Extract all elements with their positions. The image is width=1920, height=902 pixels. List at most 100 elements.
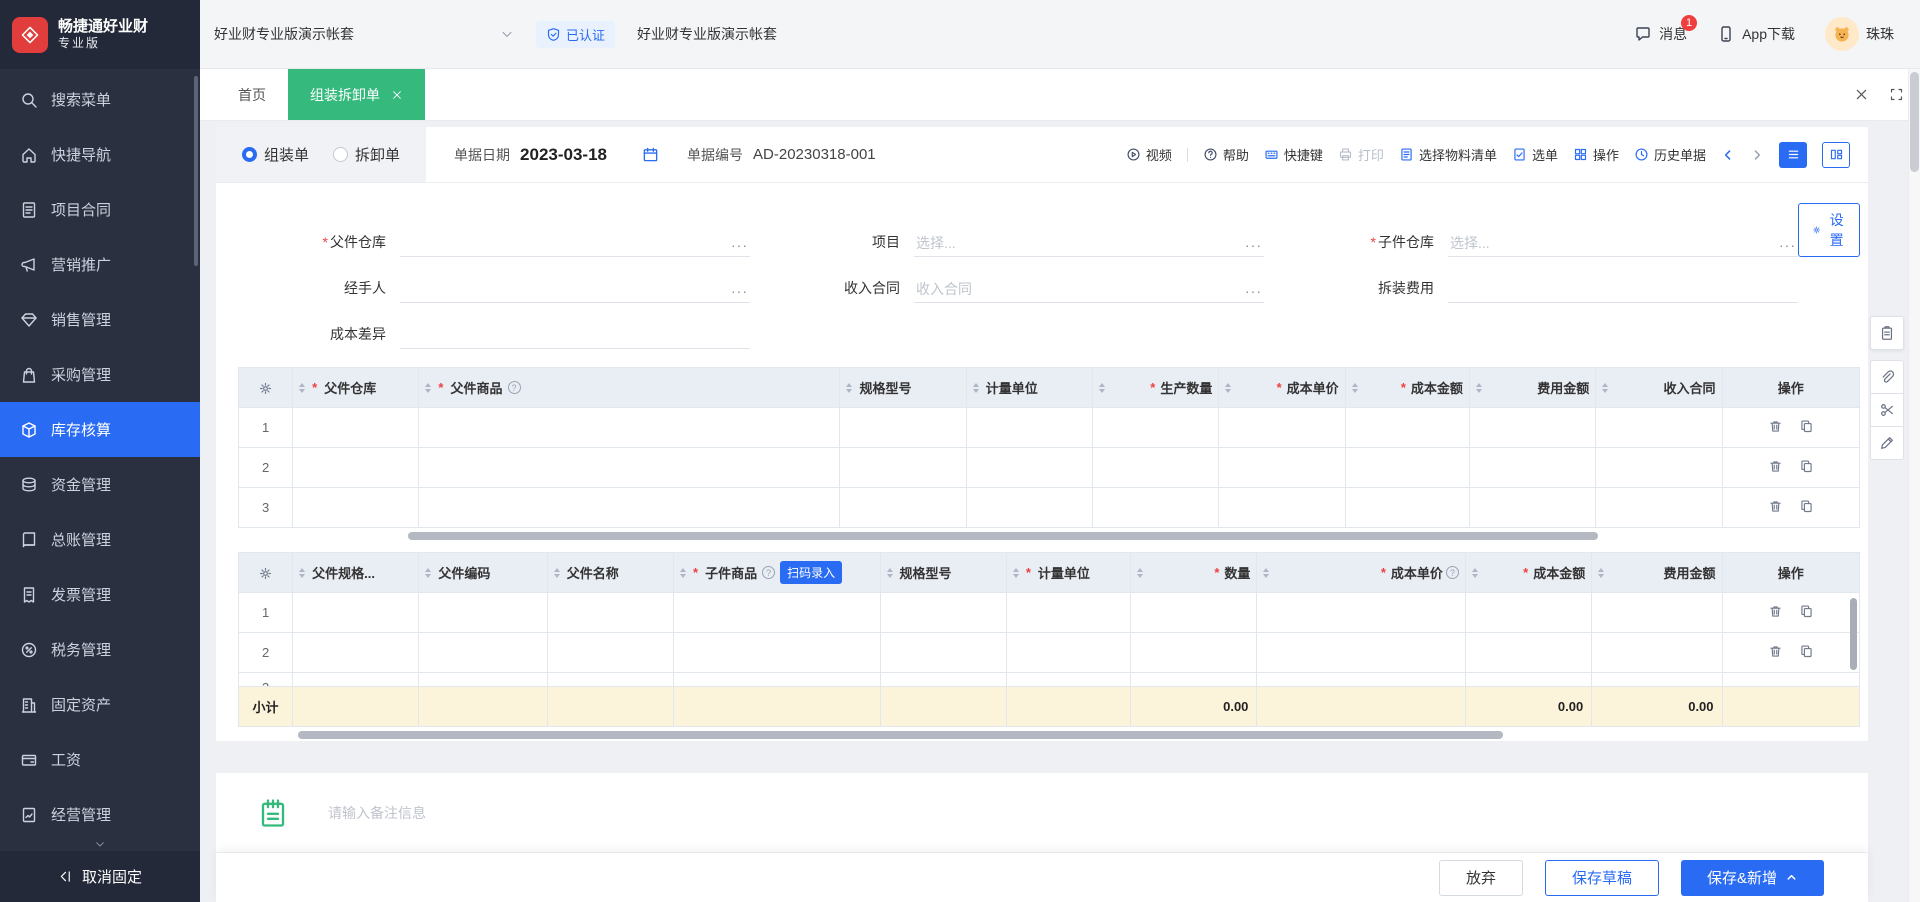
cell[interactable] <box>292 632 420 673</box>
col-qty[interactable]: * 数量 <box>1130 552 1258 593</box>
cell[interactable] <box>1591 592 1723 633</box>
sort-icon[interactable] <box>299 567 307 578</box>
cell[interactable] <box>1092 487 1220 528</box>
more-button[interactable]: ··· <box>1245 238 1262 252</box>
sort-icon[interactable] <box>299 382 307 393</box>
sort-icon[interactable] <box>680 567 688 578</box>
cell[interactable] <box>418 407 841 448</box>
prev-doc-button[interactable] <box>1721 148 1735 162</box>
col-unit-cost[interactable]: * 成本单价 <box>1218 367 1346 408</box>
cell[interactable] <box>1591 632 1723 673</box>
income-contract-input[interactable] <box>914 277 1264 303</box>
delete-row-button[interactable] <box>1768 604 1783 619</box>
delete-row-button[interactable] <box>1768 459 1783 474</box>
cell[interactable] <box>418 447 841 488</box>
col-fee-amount[interactable]: 费用金额 <box>1591 552 1723 593</box>
settings-button[interactable]: 设置 <box>1798 203 1860 257</box>
cell[interactable] <box>1344 447 1470 488</box>
side-tool-scissors-button[interactable] <box>1870 393 1904 427</box>
cell[interactable] <box>1464 632 1593 673</box>
cell[interactable] <box>292 407 420 448</box>
col-parent-code[interactable]: 父件编码 <box>418 552 548 593</box>
sidebar-scroll-down-button[interactable] <box>0 837 200 851</box>
sidebar-item-purchase[interactable]: 采购管理 <box>0 347 200 402</box>
col-fee-amount[interactable]: 费用金额 <box>1468 367 1597 408</box>
cell[interactable] <box>1130 632 1258 673</box>
window-vscrollbar[interactable] <box>1908 69 1920 902</box>
sort-icon[interactable] <box>886 567 895 578</box>
help-icon[interactable]: ? <box>762 566 776 579</box>
more-button[interactable]: ··· <box>1779 238 1796 252</box>
cell[interactable] <box>1344 407 1470 448</box>
cell[interactable] <box>965 407 1094 448</box>
sidebar-item-business-mgmt[interactable]: 经营管理 <box>0 787 200 837</box>
sort-icon[interactable] <box>1351 382 1360 393</box>
cell[interactable] <box>546 632 675 673</box>
next-doc-button[interactable] <box>1750 148 1764 162</box>
cell[interactable] <box>1468 487 1597 528</box>
col-parent-warehouse[interactable]: * 父件仓库 <box>292 367 420 408</box>
col-parent-product[interactable]: * 父件商品? <box>418 367 841 408</box>
help-button[interactable]: 帮助 <box>1203 145 1249 164</box>
col-child-product[interactable]: * 子件商品? 扫码录入 <box>673 552 881 593</box>
cell[interactable] <box>1092 407 1220 448</box>
table-row[interactable]: 1 <box>237 407 1861 448</box>
cell[interactable] <box>965 447 1094 488</box>
table-row[interactable]: 2 <box>237 632 1861 673</box>
col-cost-amount[interactable]: * 成本金额 <box>1464 552 1593 593</box>
unpin-sidebar-button[interactable]: 取消固定 <box>0 851 200 902</box>
tabbar-close-button[interactable] <box>1854 87 1869 102</box>
cost-diff-input[interactable] <box>400 323 750 349</box>
more-button[interactable]: ··· <box>731 238 748 252</box>
radio-disassembly-order[interactable]: 拆卸单 <box>333 144 400 165</box>
table-row[interactable]: 2 <box>237 447 1861 488</box>
more-button[interactable]: ··· <box>1245 284 1262 298</box>
parent-table-hscrollbar[interactable] <box>238 532 1868 542</box>
cell[interactable] <box>292 592 420 633</box>
sidebar-item-payroll[interactable]: 工资 <box>0 732 200 787</box>
cell[interactable] <box>1468 447 1597 488</box>
table-row-clipped[interactable]: 3 <box>237 672 1861 687</box>
more-button[interactable]: ··· <box>731 284 748 298</box>
cell[interactable] <box>546 592 675 633</box>
col-parent-spec[interactable]: 父件规格... <box>292 552 420 593</box>
sidebar-item-search-menu[interactable]: 搜索菜单 <box>0 72 200 127</box>
sort-icon[interactable] <box>846 382 854 393</box>
app-download-button[interactable]: App下载 <box>1717 24 1795 44</box>
copy-row-button[interactable] <box>1799 419 1814 434</box>
sidebar-item-inventory[interactable]: 库存核算 <box>0 402 200 457</box>
table-row[interactable]: 1 <box>237 592 1861 633</box>
sort-icon[interactable] <box>1137 567 1145 578</box>
sort-icon[interactable] <box>972 382 981 393</box>
sidebar-item-funds[interactable]: 资金管理 <box>0 457 200 512</box>
remark-input[interactable] <box>328 804 1028 821</box>
tab-home[interactable]: 首页 <box>216 69 288 120</box>
child-warehouse-input[interactable] <box>1448 231 1798 257</box>
cell[interactable] <box>839 447 967 488</box>
sidebar-item-quick-nav[interactable]: 快捷导航 <box>0 127 200 182</box>
sort-icon[interactable] <box>425 382 433 393</box>
cell[interactable] <box>418 487 841 528</box>
copy-row-button[interactable] <box>1799 499 1814 514</box>
sort-icon[interactable] <box>425 567 433 578</box>
sidebar-item-project-contract[interactable]: 项目合同 <box>0 182 200 237</box>
radio-assembly-order[interactable]: 组装单 <box>242 144 309 165</box>
select-bom-button[interactable]: 选择物料清单 <box>1399 145 1497 164</box>
cell[interactable] <box>1092 447 1220 488</box>
delete-row-button[interactable] <box>1768 499 1783 514</box>
doc-date-input[interactable] <box>520 144 633 165</box>
close-icon[interactable] <box>391 89 403 101</box>
tabbar-fullscreen-button[interactable] <box>1889 87 1904 102</box>
col-unit[interactable]: 计量单位 <box>965 367 1094 408</box>
cell[interactable] <box>839 487 967 528</box>
cell[interactable] <box>965 487 1094 528</box>
cell[interactable] <box>1005 592 1132 633</box>
side-tool-signature-button[interactable] <box>1870 426 1904 460</box>
sidebar-item-general-ledger[interactable]: 总账管理 <box>0 512 200 567</box>
cell[interactable] <box>1256 592 1466 633</box>
sidebar-item-sales[interactable]: 销售管理 <box>0 292 200 347</box>
cell[interactable] <box>673 592 881 633</box>
fee-input[interactable] <box>1448 277 1798 303</box>
column-settings-button[interactable] <box>237 552 294 593</box>
hotkeys-button[interactable]: 快捷键 <box>1264 145 1323 164</box>
